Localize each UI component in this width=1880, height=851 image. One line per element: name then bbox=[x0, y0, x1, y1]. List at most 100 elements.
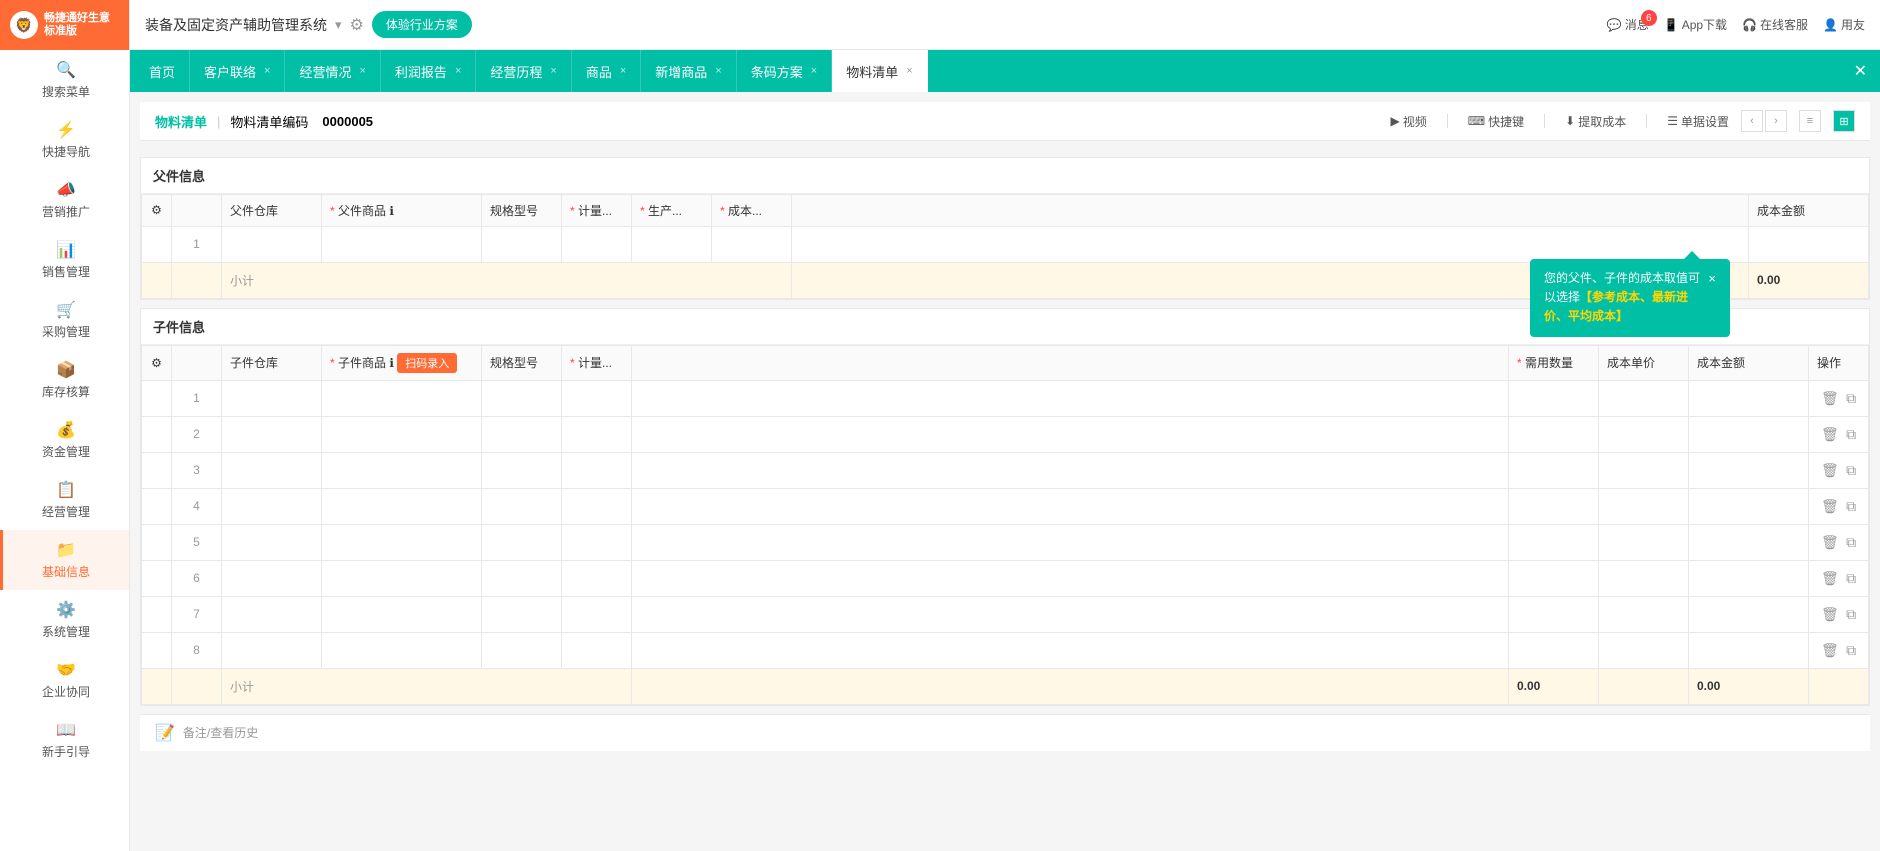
child-row-unit-1[interactable] bbox=[562, 416, 632, 452]
child-row-spec-7[interactable] bbox=[482, 632, 562, 668]
child-row-warehouse-6[interactable] bbox=[222, 596, 322, 632]
tab-close-5[interactable]: × bbox=[620, 65, 626, 77]
copy-icon-1[interactable]: ⧉ bbox=[1846, 426, 1856, 442]
child-row-unit-3[interactable] bbox=[562, 488, 632, 524]
copy-icon-7[interactable]: ⧉ bbox=[1846, 642, 1856, 658]
child-row-cost-price-0[interactable] bbox=[1599, 380, 1689, 416]
child-row-product-3[interactable] bbox=[322, 488, 482, 524]
parent-row-spec-cell[interactable] bbox=[482, 226, 562, 262]
child-row-spec-6[interactable] bbox=[482, 596, 562, 632]
delete-icon-5[interactable]: 🗑 bbox=[1821, 570, 1839, 586]
child-row-warehouse-2[interactable] bbox=[222, 452, 322, 488]
sidebar-item-marketing[interactable]: 📣营销推广 bbox=[0, 170, 129, 230]
sidebar-item-basic-info[interactable]: 📁基础信息 bbox=[0, 530, 129, 590]
child-row-qty-0[interactable] bbox=[1509, 380, 1599, 416]
sidebar-item-cooperation[interactable]: 🤝企业协同 bbox=[0, 650, 129, 710]
delete-icon-2[interactable]: 🗑 bbox=[1821, 462, 1839, 478]
child-row-warehouse-7[interactable] bbox=[222, 632, 322, 668]
child-row-cost-price-5[interactable] bbox=[1599, 560, 1689, 596]
parent-row-cost-cell[interactable] bbox=[712, 226, 792, 262]
child-row-unit-4[interactable] bbox=[562, 524, 632, 560]
next-record-button[interactable]: › bbox=[1765, 110, 1787, 132]
child-row-qty-4[interactable] bbox=[1509, 524, 1599, 560]
child-row-spec-4[interactable] bbox=[482, 524, 562, 560]
tab-close-8[interactable]: × bbox=[906, 65, 912, 77]
child-row-warehouse-3[interactable] bbox=[222, 488, 322, 524]
prev-record-button[interactable]: ‹ bbox=[1741, 110, 1763, 132]
copy-icon-3[interactable]: ⧉ bbox=[1846, 498, 1856, 514]
child-row-unit-0[interactable] bbox=[562, 380, 632, 416]
tooltip-close-button[interactable]: × bbox=[1708, 269, 1716, 290]
extract-cost-button[interactable]: ⬇ 提取成本 bbox=[1565, 113, 1626, 130]
single-settings-button[interactable]: ☰ 单据设置 bbox=[1667, 113, 1729, 130]
sidebar-item-inventory[interactable]: 📦库存核算 bbox=[0, 350, 129, 410]
child-row-product-7[interactable] bbox=[322, 632, 482, 668]
sidebar-item-finance[interactable]: 💰资金管理 bbox=[0, 410, 129, 470]
child-row-product-2[interactable] bbox=[322, 452, 482, 488]
nav-tab-3[interactable]: 利润报告× bbox=[381, 50, 476, 92]
child-row-cost-price-1[interactable] bbox=[1599, 416, 1689, 452]
child-row-warehouse-0[interactable] bbox=[222, 380, 322, 416]
app-download-item[interactable]: 📱 App下载 bbox=[1664, 16, 1727, 33]
system-dropdown-arrow[interactable]: ▾ bbox=[335, 17, 342, 33]
child-row-unit-2[interactable] bbox=[562, 452, 632, 488]
delete-icon-0[interactable]: 🗑 bbox=[1821, 390, 1839, 406]
child-row-cost-price-7[interactable] bbox=[1599, 632, 1689, 668]
shortcut-button[interactable]: ⌨ 快捷键 bbox=[1468, 113, 1524, 130]
tab-close-3[interactable]: × bbox=[455, 65, 461, 77]
close-tab-icon[interactable]: ✕ bbox=[1854, 61, 1867, 81]
child-row-product-0[interactable] bbox=[322, 380, 482, 416]
delete-icon-6[interactable]: 🗑 bbox=[1821, 606, 1839, 622]
parent-row-unit-cell[interactable] bbox=[562, 226, 632, 262]
child-row-spec-1[interactable] bbox=[482, 416, 562, 452]
child-row-warehouse-4[interactable] bbox=[222, 524, 322, 560]
child-row-unit-7[interactable] bbox=[562, 632, 632, 668]
child-row-qty-2[interactable] bbox=[1509, 452, 1599, 488]
nav-tab-1[interactable]: 客户联络× bbox=[190, 50, 285, 92]
child-row-spec-0[interactable] bbox=[482, 380, 562, 416]
nav-tab-8[interactable]: 物料清单× bbox=[832, 50, 927, 92]
trial-button[interactable]: 体验行业方案 bbox=[372, 11, 472, 38]
parent-col-settings[interactable]: ⚙ bbox=[142, 194, 172, 226]
sidebar-item-quick-nav[interactable]: ⚡快捷导航 bbox=[0, 110, 129, 170]
nav-tab-0[interactable]: 首页 bbox=[135, 50, 190, 92]
copy-icon-0[interactable]: ⧉ bbox=[1846, 390, 1856, 406]
child-row-product-5[interactable] bbox=[322, 560, 482, 596]
scan-input-button[interactable]: 扫码录入 bbox=[397, 353, 457, 373]
nav-tab-2[interactable]: 经营情况× bbox=[285, 50, 380, 92]
child-row-qty-6[interactable] bbox=[1509, 596, 1599, 632]
copy-icon-5[interactable]: ⧉ bbox=[1846, 570, 1856, 586]
settings-icon[interactable]: ⚙ bbox=[350, 15, 364, 35]
delete-icon-3[interactable]: 🗑 bbox=[1821, 498, 1839, 514]
delete-icon-7[interactable]: 🗑 bbox=[1821, 642, 1839, 658]
nav-tab-6[interactable]: 新增商品× bbox=[641, 50, 736, 92]
child-row-qty-7[interactable] bbox=[1509, 632, 1599, 668]
parent-row-prod-cell[interactable] bbox=[632, 226, 712, 262]
tab-close-1[interactable]: × bbox=[264, 65, 270, 77]
tab-close-6[interactable]: × bbox=[715, 65, 721, 77]
parent-row-warehouse-cell[interactable] bbox=[222, 226, 322, 262]
nav-tab-7[interactable]: 条码方案× bbox=[737, 50, 832, 92]
child-row-spec-2[interactable] bbox=[482, 452, 562, 488]
child-row-unit-6[interactable] bbox=[562, 596, 632, 632]
child-row-warehouse-5[interactable] bbox=[222, 560, 322, 596]
child-row-warehouse-1[interactable] bbox=[222, 416, 322, 452]
parent-row-product-cell[interactable] bbox=[322, 226, 482, 262]
user-item[interactable]: 👤 用友 bbox=[1823, 16, 1865, 33]
view-video-button[interactable]: ▶ 视频 bbox=[1391, 113, 1427, 130]
child-row-product-6[interactable] bbox=[322, 596, 482, 632]
nav-tab-4[interactable]: 经营历程× bbox=[476, 50, 571, 92]
sidebar-item-search[interactable]: 🔍搜索菜单 bbox=[0, 50, 129, 110]
copy-icon-2[interactable]: ⧉ bbox=[1846, 462, 1856, 478]
view-switch-grid-button[interactable]: ⊞ bbox=[1833, 110, 1855, 132]
copy-icon-4[interactable]: ⧉ bbox=[1846, 534, 1856, 550]
sidebar-item-operations[interactable]: 📋经营管理 bbox=[0, 470, 129, 530]
child-row-qty-3[interactable] bbox=[1509, 488, 1599, 524]
child-row-cost-price-2[interactable] bbox=[1599, 452, 1689, 488]
delete-icon-1[interactable]: 🗑 bbox=[1821, 426, 1839, 442]
delete-icon-4[interactable]: 🗑 bbox=[1821, 534, 1839, 550]
child-row-spec-3[interactable] bbox=[482, 488, 562, 524]
sidebar-item-guide[interactable]: 📖新手引导 bbox=[0, 710, 129, 770]
sidebar-item-purchase[interactable]: 🛒采购管理 bbox=[0, 290, 129, 350]
child-row-product-1[interactable] bbox=[322, 416, 482, 452]
